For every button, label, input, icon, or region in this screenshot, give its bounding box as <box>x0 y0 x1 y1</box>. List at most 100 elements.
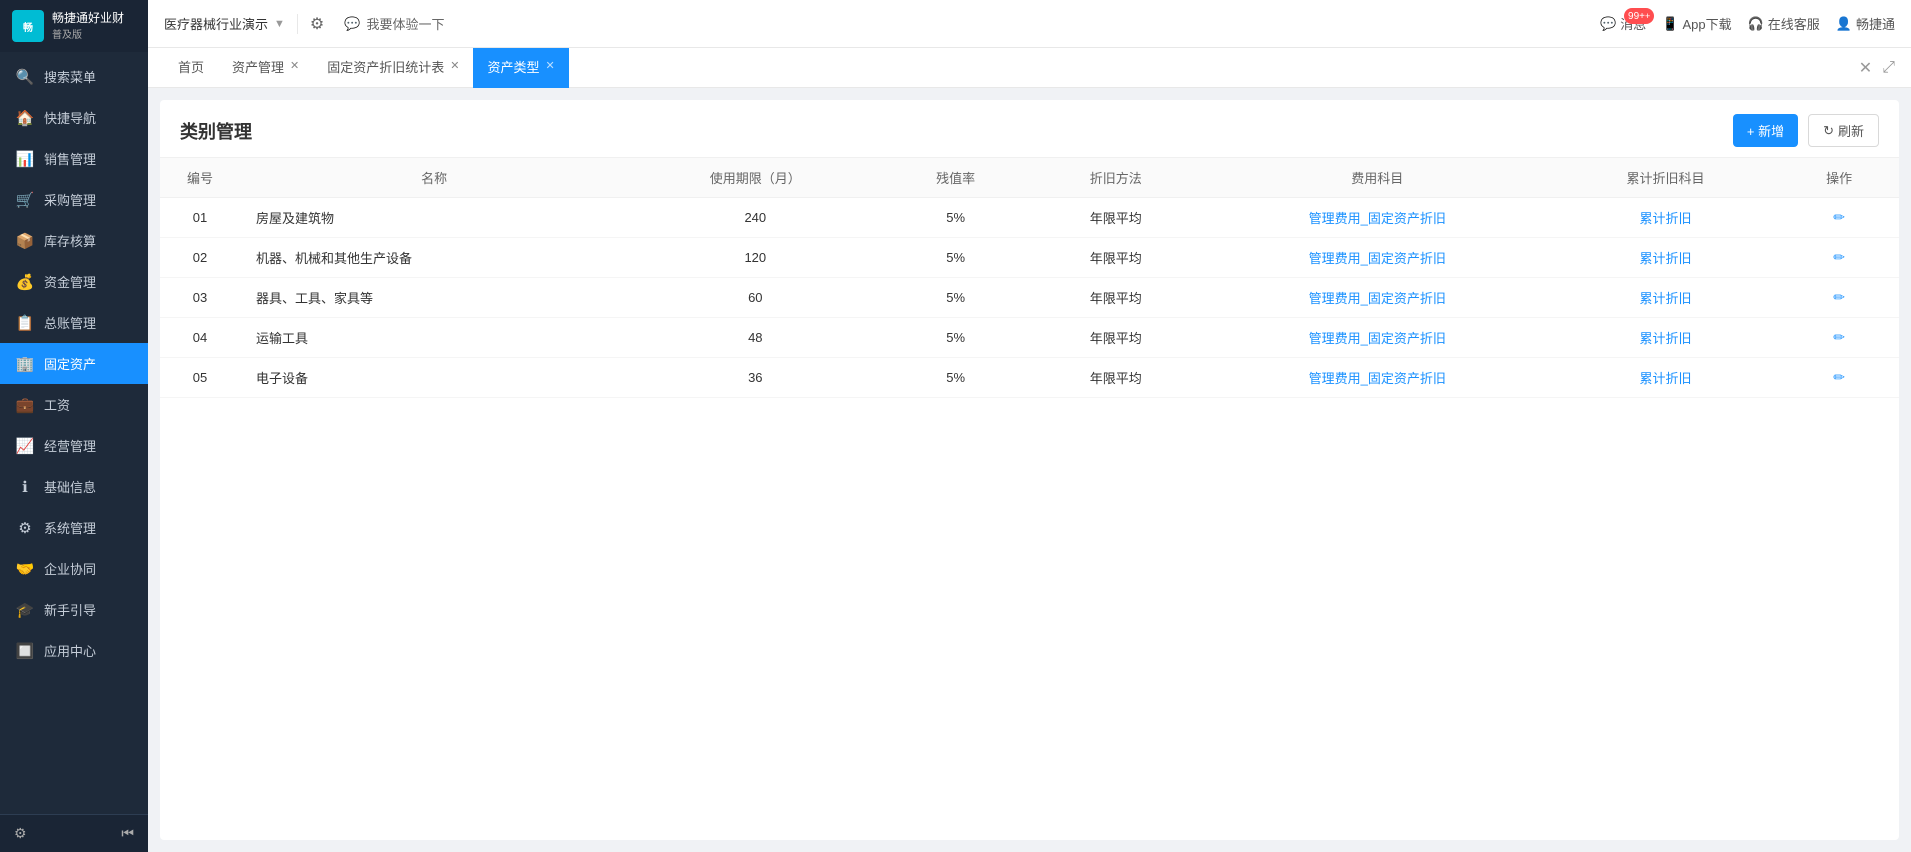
sidebar-item-beginner[interactable]: 🎓 新手引导 <box>0 589 148 630</box>
sidebar-item-purchase[interactable]: 🛒 采购管理 <box>0 179 148 220</box>
content-area: 类别管理 + 新增 ↻ 刷新 编号 名称 使用期限（月） 残值率 折旧方法 <box>160 100 1899 840</box>
sidebar-item-general-ledger[interactable]: 📋 总账管理 <box>0 302 148 343</box>
cell-accumulated: 累计折旧 <box>1552 318 1779 358</box>
edit-icon[interactable]: ✏ <box>1833 369 1845 385</box>
window-expand-icon[interactable]: ⤢ <box>1882 59 1895 77</box>
app-center-icon: 🔲 <box>16 642 34 660</box>
sidebar-item-system[interactable]: ⚙ 系统管理 <box>0 507 148 548</box>
sidebar-item-label: 销售管理 <box>44 149 96 168</box>
sidebar-item-operations[interactable]: 📈 经营管理 <box>0 425 148 466</box>
refresh-label: 刷新 <box>1838 121 1864 140</box>
ledger-icon: 📋 <box>16 314 34 332</box>
headset-icon: 🎧 <box>1748 16 1764 32</box>
window-close-icon[interactable]: ✕ <box>1859 58 1872 78</box>
col-method: 折旧方法 <box>1029 158 1203 198</box>
topbar: 医疗器械行业演示 ▼ ⚙ 💬 我要体验一下 💬 消息 99+ 📱 App下载 🎧… <box>148 0 1911 48</box>
sidebar-item-sales[interactable]: 📊 销售管理 <box>0 138 148 179</box>
new-button[interactable]: + 新增 <box>1733 114 1798 147</box>
sidebar-nav: 🔍 搜索菜单 🏠 快捷导航 📊 销售管理 🛒 采购管理 📦 库存核算 💰 资金管… <box>0 52 148 814</box>
col-action: 操作 <box>1779 158 1899 198</box>
cell-action[interactable]: ✏ <box>1779 318 1899 358</box>
inventory-icon: 📦 <box>16 232 34 250</box>
cell-action[interactable]: ✏ <box>1779 278 1899 318</box>
messages-badge: 99+ <box>1624 8 1654 24</box>
tab-asset-management-label: 资产管理 <box>232 57 284 76</box>
cell-residual: 5% <box>882 278 1029 318</box>
sidebar-item-label: 系统管理 <box>44 518 96 537</box>
online-service-label: 在线客服 <box>1768 14 1820 33</box>
sales-icon: 📊 <box>16 150 34 168</box>
tab-asset-type[interactable]: 资产类型 ✕ <box>473 48 568 88</box>
tab-home[interactable]: 首页 <box>164 48 218 88</box>
cell-months: 60 <box>628 278 882 318</box>
sidebar-item-quick-nav[interactable]: 🏠 快捷导航 <box>0 97 148 138</box>
cell-method: 年限平均 <box>1029 318 1203 358</box>
logo-icon: 畅 <box>12 10 44 42</box>
salary-icon: 💼 <box>16 396 34 414</box>
cell-method: 年限平均 <box>1029 198 1203 238</box>
sidebar-item-basic-info[interactable]: ℹ 基础信息 <box>0 466 148 507</box>
settings-bottom-icon[interactable]: ⚙ <box>14 825 27 842</box>
app-download-action[interactable]: 📱 App下载 <box>1662 14 1731 33</box>
cell-accumulated: 累计折旧 <box>1552 238 1779 278</box>
col-expense: 费用科目 <box>1202 158 1551 198</box>
cell-name: 电子设备 <box>240 358 628 398</box>
cell-action[interactable]: ✏ <box>1779 238 1899 278</box>
cell-id: 05 <box>160 358 240 398</box>
cell-id: 02 <box>160 238 240 278</box>
cell-id: 01 <box>160 198 240 238</box>
refresh-button[interactable]: ↻ 刷新 <box>1808 114 1879 147</box>
sidebar-item-inventory[interactable]: 📦 库存核算 <box>0 220 148 261</box>
edit-icon[interactable]: ✏ <box>1833 209 1845 225</box>
building-icon: 🏢 <box>16 355 34 373</box>
info-icon: ℹ <box>16 478 34 496</box>
sidebar-item-enterprise[interactable]: 🤝 企业协同 <box>0 548 148 589</box>
cell-expense: 管理费用_固定资产折旧 <box>1202 238 1551 278</box>
cell-expense: 管理费用_固定资产折旧 <box>1202 318 1551 358</box>
sidebar-item-label: 应用中心 <box>44 641 96 660</box>
tab-asset-management-close[interactable]: ✕ <box>290 61 299 72</box>
tab-fixed-asset-depreciation-label: 固定资产折旧统计表 <box>327 57 444 76</box>
tab-asset-type-close[interactable]: ✕ <box>546 61 555 72</box>
topbar-settings-icon[interactable]: ⚙ <box>310 14 324 34</box>
cell-months: 120 <box>628 238 882 278</box>
tabbar-right: ✕ ⤢ <box>1859 58 1895 78</box>
messages-action[interactable]: 💬 消息 99+ <box>1600 14 1646 33</box>
edit-icon[interactable]: ✏ <box>1833 249 1845 265</box>
cell-name: 房屋及建筑物 <box>240 198 628 238</box>
sidebar-bottom: ⚙ ⏮ <box>0 814 148 852</box>
sidebar-item-salary[interactable]: 💼 工资 <box>0 384 148 425</box>
cell-residual: 5% <box>882 238 1029 278</box>
cell-action[interactable]: ✏ <box>1779 198 1899 238</box>
edit-icon[interactable]: ✏ <box>1833 289 1845 305</box>
system-icon: ⚙ <box>16 519 34 537</box>
sidebar-item-search[interactable]: 🔍 搜索菜单 <box>0 56 148 97</box>
edit-icon[interactable]: ✏ <box>1833 329 1845 345</box>
tab-asset-management[interactable]: 资产管理 ✕ <box>218 48 313 88</box>
collapse-icon[interactable]: ⏮ <box>121 825 134 842</box>
sidebar-item-fixed-assets[interactable]: 🏢 固定资产 <box>0 343 148 384</box>
cell-method: 年限平均 <box>1029 238 1203 278</box>
user-action[interactable]: 👤 畅捷通 <box>1836 14 1895 33</box>
sidebar-item-capital[interactable]: 💰 资金管理 <box>0 261 148 302</box>
cell-method: 年限平均 <box>1029 358 1203 398</box>
sidebar-item-label: 固定资产 <box>44 354 96 373</box>
beginner-icon: 🎓 <box>16 601 34 619</box>
tab-fixed-asset-depreciation-close[interactable]: ✕ <box>450 61 459 72</box>
col-accumulated: 累计折旧科目 <box>1552 158 1779 198</box>
cell-accumulated: 累计折旧 <box>1552 198 1779 238</box>
sidebar-item-app-center[interactable]: 🔲 应用中心 <box>0 630 148 671</box>
sidebar-item-label: 工资 <box>44 395 70 414</box>
module-selector[interactable]: 医疗器械行业演示 ▼ <box>164 14 285 33</box>
logo-name: 畅捷通好业财 <box>52 11 124 27</box>
tab-fixed-asset-depreciation[interactable]: 固定资产折旧统计表 ✕ <box>313 48 473 88</box>
cell-id: 03 <box>160 278 240 318</box>
content-header: 类别管理 + 新增 ↻ 刷新 <box>160 100 1899 158</box>
online-service-action[interactable]: 🎧 在线客服 <box>1748 14 1820 33</box>
col-id: 编号 <box>160 158 240 198</box>
col-months: 使用期限（月） <box>628 158 882 198</box>
cell-action[interactable]: ✏ <box>1779 358 1899 398</box>
enterprise-icon: 🤝 <box>16 560 34 578</box>
feedback-button[interactable]: 💬 我要体验一下 <box>344 14 444 33</box>
table-row: 04 运输工具 48 5% 年限平均 管理费用_固定资产折旧 累计折旧 ✏ <box>160 318 1899 358</box>
